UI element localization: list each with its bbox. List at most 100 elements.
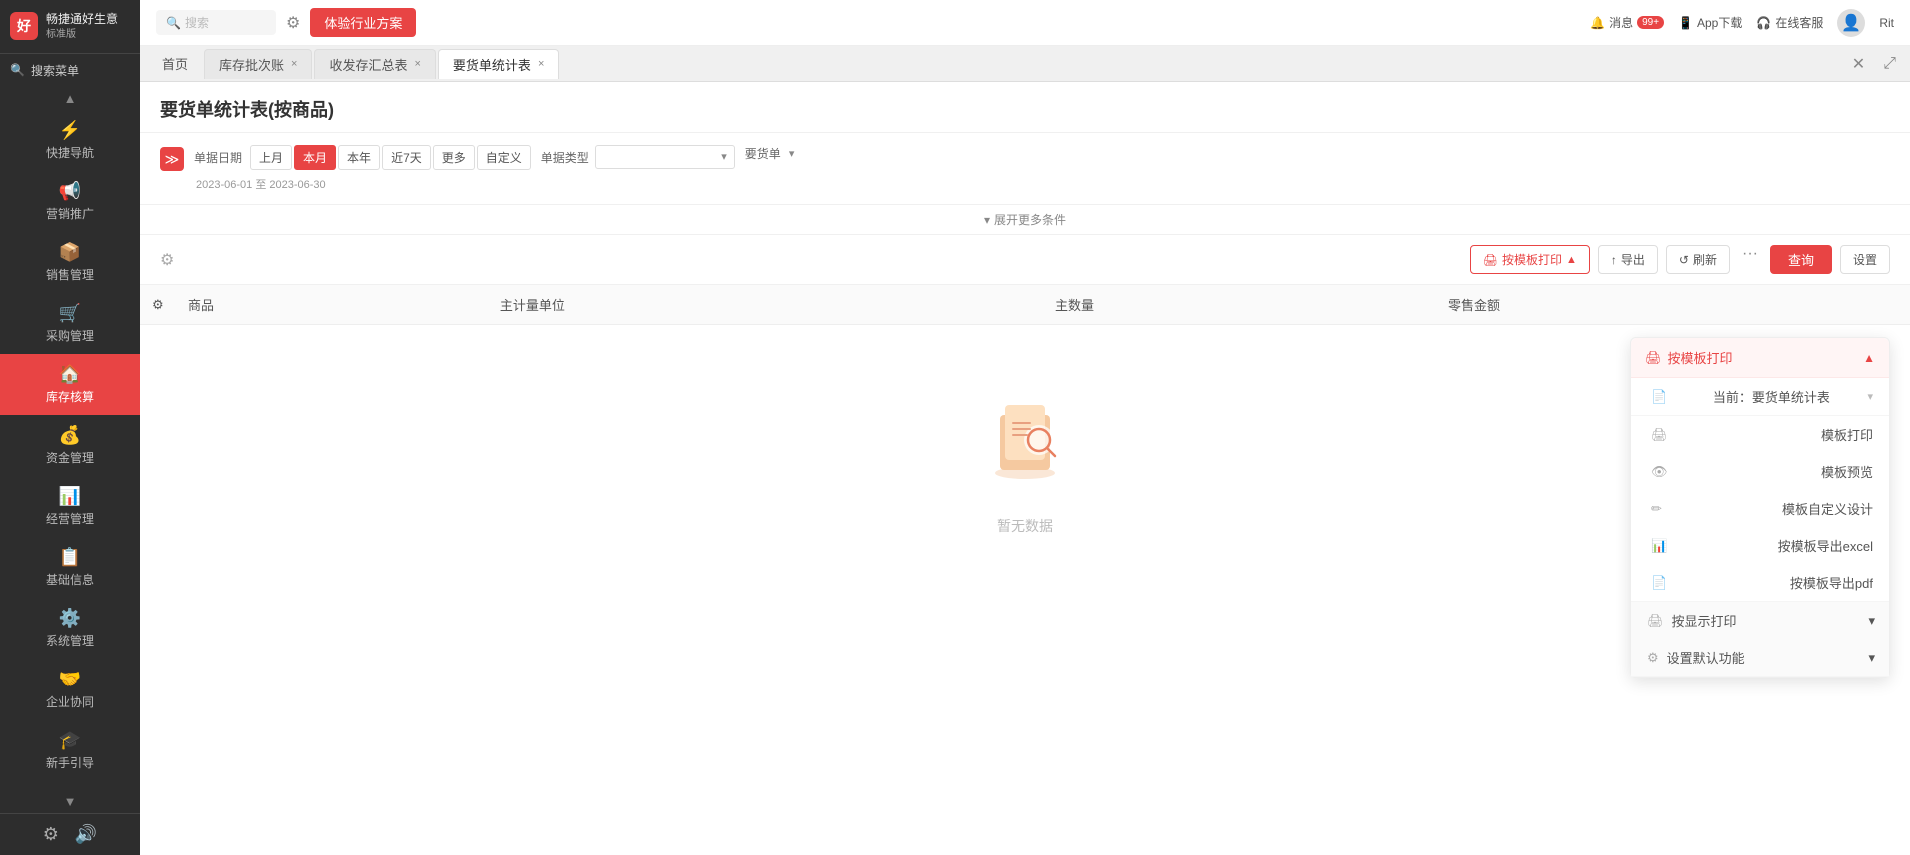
dropdown-groups-section: 🖨 按显示打印 ▾ ⚙ 设置默认功能 ▾ bbox=[1631, 602, 1889, 677]
scroll-up-btn[interactable]: ▲ bbox=[0, 87, 140, 110]
more-options-btn[interactable]: ··· bbox=[1738, 245, 1762, 274]
doc-type-label: 单据类型 bbox=[541, 149, 589, 166]
print-btn-label: 按模板打印 bbox=[1502, 251, 1562, 268]
operations-icon: 📊 bbox=[59, 486, 81, 507]
date-btn-this-month[interactable]: 本月 bbox=[294, 145, 336, 170]
sidebar-item-inventory[interactable]: 🏠 库存核算 bbox=[0, 354, 140, 415]
avatar[interactable]: 👤 bbox=[1837, 9, 1865, 37]
expand-more-icon: ▾ bbox=[984, 213, 990, 227]
username-label: Rit bbox=[1879, 16, 1894, 30]
sidebar-item-quick-nav[interactable]: ⚡ 快捷导航 bbox=[0, 110, 140, 171]
action-area: ⚙ 🖨 按模板打印 ▲ ↑ 导出 ↺ 刷新 bbox=[140, 235, 1910, 596]
sidebar-item-label-basic: 基础信息 bbox=[46, 571, 94, 588]
settings-btn[interactable]: 设置 bbox=[1840, 245, 1890, 274]
sidebar-item-operations[interactable]: 📊 经营管理 bbox=[0, 476, 140, 537]
date-btn-7days[interactable]: 近7天 bbox=[382, 145, 431, 170]
dropdown-header-left: 🖨 按模板打印 bbox=[1645, 348, 1733, 367]
query-btn[interactable]: 查询 bbox=[1770, 245, 1832, 274]
sidebar-nav: ⚡ 快捷导航 📢 营销推广 📦 销售管理 🛒 采购管理 🏠 库存核算 💰 资金管… bbox=[0, 110, 140, 790]
table-settings-icon[interactable]: ⚙ bbox=[152, 297, 164, 312]
collab-icon: 🤝 bbox=[59, 669, 81, 690]
online-service-btn[interactable]: 🎧 在线客服 bbox=[1756, 14, 1823, 31]
tab-inventory-batch-label: 库存批次账 bbox=[219, 55, 284, 74]
action-bar: ⚙ 🖨 按模板打印 ▲ ↑ 导出 ↺ 刷新 bbox=[140, 235, 1910, 285]
date-btn-last-month[interactable]: 上月 bbox=[250, 145, 292, 170]
date-btn-custom[interactable]: 自定义 bbox=[477, 145, 531, 170]
tab-receivable-summary-close[interactable]: × bbox=[414, 58, 420, 70]
sidebar-item-apps[interactable]: 🔲 应用中心 bbox=[0, 781, 140, 790]
order-type-label: 要货单 bbox=[745, 145, 781, 162]
page-title: 要货单统计表(按商品) bbox=[140, 82, 1910, 133]
refresh-btn[interactable]: ↺ 刷新 bbox=[1666, 245, 1730, 274]
sidebar-item-label-marketing: 营销推广 bbox=[46, 205, 94, 222]
dropdown-header[interactable]: 🖨 按模板打印 ▲ bbox=[1631, 338, 1889, 378]
dropdown-display-print-group[interactable]: 🖨 按显示打印 ▾ bbox=[1631, 602, 1889, 639]
topbar: 🔍 搜索 ⚙ 体验行业方案 🔔 消息 99+ 📱 App下载 🎧 在线客服 👤 … bbox=[140, 0, 1910, 46]
template-preview-label: 模板预览 bbox=[1821, 462, 1873, 481]
speaker-icon[interactable]: 🔊 bbox=[75, 824, 97, 845]
sidebar-item-sales[interactable]: 📦 销售管理 bbox=[0, 232, 140, 293]
date-btn-this-year[interactable]: 本年 bbox=[338, 145, 380, 170]
inventory-icon: 🏠 bbox=[59, 364, 81, 385]
dropdown-item-template-custom[interactable]: ✏ 模板自定义设计 bbox=[1631, 490, 1889, 527]
filter-bar: ≫ 单据日期 上月 本月 本年 近7天 更多 自定义 2023-06-01 至 … bbox=[140, 133, 1910, 205]
dropdown-item-template-pdf[interactable]: 📄 按模板导出pdf bbox=[1631, 564, 1889, 601]
search-menu-label: 搜索菜单 bbox=[31, 62, 79, 79]
export-btn-label: 导出 bbox=[1621, 251, 1645, 268]
table-col-product: 商品 bbox=[176, 285, 488, 325]
finance-icon: 💰 bbox=[59, 425, 81, 446]
sidebar-item-system[interactable]: ⚙️ 系统管理 bbox=[0, 598, 140, 659]
tab-receivable-summary[interactable]: 收发存汇总表 × bbox=[314, 49, 435, 79]
filter-more-bar[interactable]: ▾ 展开更多条件 bbox=[140, 205, 1910, 235]
tab-home[interactable]: 首页 bbox=[148, 49, 202, 78]
filter-expand-btn[interactable]: ≫ bbox=[160, 147, 184, 171]
sidebar-item-collab[interactable]: 🤝 企业协同 bbox=[0, 659, 140, 720]
dropdown-item-template-excel[interactable]: 📊 按模板导出excel bbox=[1631, 527, 1889, 564]
tab-inventory-batch[interactable]: 库存批次账 × bbox=[204, 49, 312, 79]
close-tab-btn[interactable]: ✕ bbox=[1846, 52, 1871, 76]
order-type-filter: 要货单 ▾ bbox=[745, 145, 795, 162]
search-menu[interactable]: 🔍 搜索菜单 bbox=[0, 54, 140, 87]
table-col-amount: 零售金额 bbox=[1436, 285, 1910, 325]
sidebar-bottom: ⚙ 🔊 bbox=[0, 813, 140, 855]
dropdown-item-template-preview[interactable]: 👁 模板预览 bbox=[1631, 453, 1889, 490]
purchase-icon: 🛒 bbox=[59, 303, 81, 324]
notifications-btn[interactable]: 🔔 消息 99+ bbox=[1590, 14, 1664, 31]
topbar-gear-icon[interactable]: ⚙ bbox=[286, 13, 300, 33]
sidebar-item-marketing[interactable]: 📢 营销推广 bbox=[0, 171, 140, 232]
topbar-search[interactable]: 🔍 搜索 bbox=[156, 10, 276, 35]
app-logo: 好 畅捷通好生意 标准版 bbox=[0, 0, 140, 54]
query-config-icon: ⚙ bbox=[160, 250, 174, 270]
sidebar: 好 畅捷通好生意 标准版 🔍 搜索菜单 ▲ ⚡ 快捷导航 📢 营销推广 📦 销售… bbox=[0, 0, 140, 855]
topbar-search-icon: 🔍 bbox=[166, 16, 181, 30]
sidebar-item-newbie[interactable]: 🎓 新手引导 bbox=[0, 720, 140, 781]
table-col-settings: ⚙ bbox=[140, 285, 176, 325]
tab-bar: 首页 库存批次账 × 收发存汇总表 × 要货单统计表 × ✕ ⤢ bbox=[140, 46, 1910, 82]
export-btn[interactable]: ↑ 导出 bbox=[1598, 245, 1658, 274]
doc-type-select[interactable] bbox=[595, 145, 735, 169]
app-title-group: 畅捷通好生意 标准版 bbox=[46, 12, 118, 41]
dropdown-default-func-group[interactable]: ⚙ 设置默认功能 ▾ bbox=[1631, 639, 1889, 676]
sidebar-item-finance[interactable]: 💰 资金管理 bbox=[0, 415, 140, 476]
main-content: 🔍 搜索 ⚙ 体验行业方案 🔔 消息 99+ 📱 App下载 🎧 在线客服 👤 … bbox=[140, 0, 1910, 855]
sales-icon: 📦 bbox=[59, 242, 81, 263]
tab-inventory-batch-close[interactable]: × bbox=[291, 58, 297, 70]
app-download-btn[interactable]: 📱 App下载 bbox=[1678, 14, 1742, 31]
sidebar-item-purchase[interactable]: 🛒 采购管理 bbox=[0, 293, 140, 354]
dropdown-current-item[interactable]: 📄 当前：要货单统计表 ▾ bbox=[1631, 378, 1889, 415]
scroll-down-btn[interactable]: ▼ bbox=[0, 790, 140, 813]
dropdown-item-template-print[interactable]: 🖨 模板打印 bbox=[1631, 416, 1889, 453]
sidebar-item-basic[interactable]: 📋 基础信息 bbox=[0, 537, 140, 598]
date-btn-more[interactable]: 更多 bbox=[433, 145, 475, 170]
empty-illustration bbox=[975, 385, 1075, 504]
tab-order-stats[interactable]: 要货单统计表 × bbox=[438, 49, 559, 79]
maximize-btn[interactable]: ⤢ bbox=[1877, 53, 1902, 75]
settings-bottom-icon[interactable]: ⚙ bbox=[43, 824, 59, 845]
tab-order-stats-close[interactable]: × bbox=[538, 58, 544, 70]
template-pdf-icon: 📄 bbox=[1651, 575, 1667, 591]
sidebar-item-label-newbie: 新手引导 bbox=[46, 754, 94, 771]
trial-btn[interactable]: 体验行业方案 bbox=[310, 8, 416, 37]
page-content: 要货单统计表(按商品) ≫ 单据日期 上月 本月 本年 近7天 更多 自定义 2… bbox=[140, 82, 1910, 855]
sidebar-item-label-sales: 销售管理 bbox=[46, 266, 94, 283]
print-btn[interactable]: 🖨 按模板打印 ▲ bbox=[1470, 245, 1590, 274]
